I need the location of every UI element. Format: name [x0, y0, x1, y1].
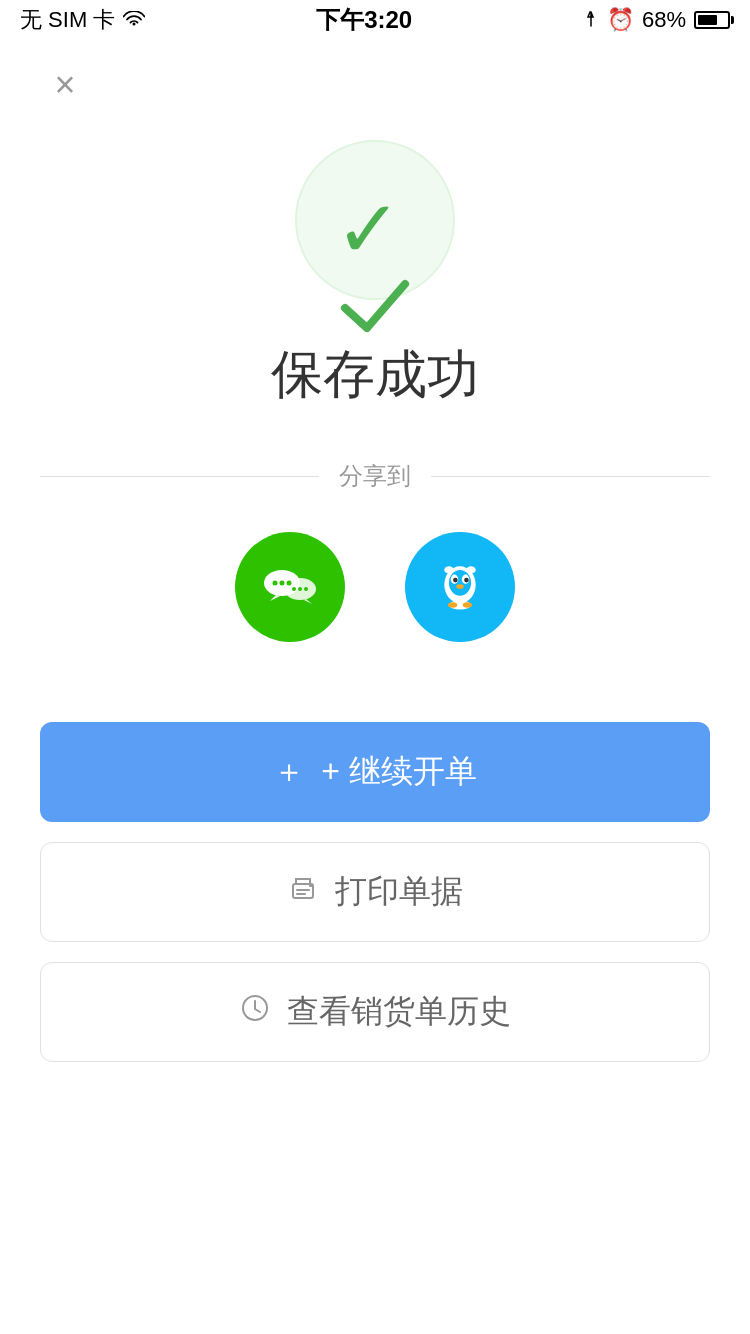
status-time: 下午3:20	[316, 4, 412, 36]
battery-percent: 68%	[642, 7, 686, 33]
svg-rect-21	[296, 889, 310, 891]
svg-point-3	[279, 580, 284, 585]
history-button[interactable]: 查看销货单历史	[40, 962, 710, 1062]
svg-point-15	[456, 584, 463, 589]
main-content: × 保存成功 分享到	[0, 40, 750, 1334]
svg-point-5	[292, 587, 296, 591]
share-divider: 分享到	[40, 460, 710, 492]
continue-order-label: + 继续开单	[321, 750, 477, 794]
share-label: 分享到	[339, 460, 411, 492]
print-label: 打印单据	[335, 870, 463, 914]
checkmark-icon	[335, 190, 415, 250]
wechat-share-button[interactable]	[235, 532, 345, 642]
svg-point-13	[453, 578, 458, 583]
carrier-wifi: 无 SIM 卡	[20, 5, 145, 35]
qq-share-button[interactable]	[405, 532, 515, 642]
history-label: 查看销货单历史	[287, 990, 511, 1034]
carrier-text: 无 SIM 卡	[20, 5, 115, 35]
svg-point-10	[449, 570, 471, 596]
action-buttons: ＋ + 继续开单 打印单据 查看销货单	[40, 722, 710, 1062]
close-button[interactable]: ×	[40, 60, 90, 110]
battery-icon	[694, 11, 730, 29]
svg-point-14	[464, 578, 469, 583]
svg-point-16	[448, 602, 457, 608]
status-bar: 无 SIM 卡 下午3:20 ⏰ 68%	[0, 0, 750, 40]
svg-point-19	[466, 566, 475, 573]
svg-point-4	[286, 580, 291, 585]
location-icon	[583, 7, 599, 33]
svg-point-17	[463, 602, 472, 608]
alarm-icon: ⏰	[607, 7, 634, 33]
print-button[interactable]: 打印单据	[40, 842, 710, 942]
wifi-icon	[123, 7, 145, 33]
print-icon	[287, 872, 319, 912]
status-right: ⏰ 68%	[583, 7, 730, 33]
svg-point-2	[272, 580, 277, 585]
plus-icon: ＋	[273, 750, 305, 794]
divider-left	[40, 476, 319, 477]
success-title: 保存成功	[271, 340, 479, 410]
success-circle	[295, 140, 455, 300]
continue-order-button[interactable]: ＋ + 继续开单	[40, 722, 710, 822]
share-icons	[235, 532, 515, 642]
svg-point-18	[444, 566, 453, 573]
history-icon	[239, 992, 271, 1032]
close-icon: ×	[54, 67, 75, 103]
svg-rect-22	[296, 893, 306, 895]
svg-point-7	[304, 587, 308, 591]
divider-right	[431, 476, 710, 477]
svg-point-6	[298, 587, 302, 591]
svg-rect-23	[309, 884, 313, 887]
